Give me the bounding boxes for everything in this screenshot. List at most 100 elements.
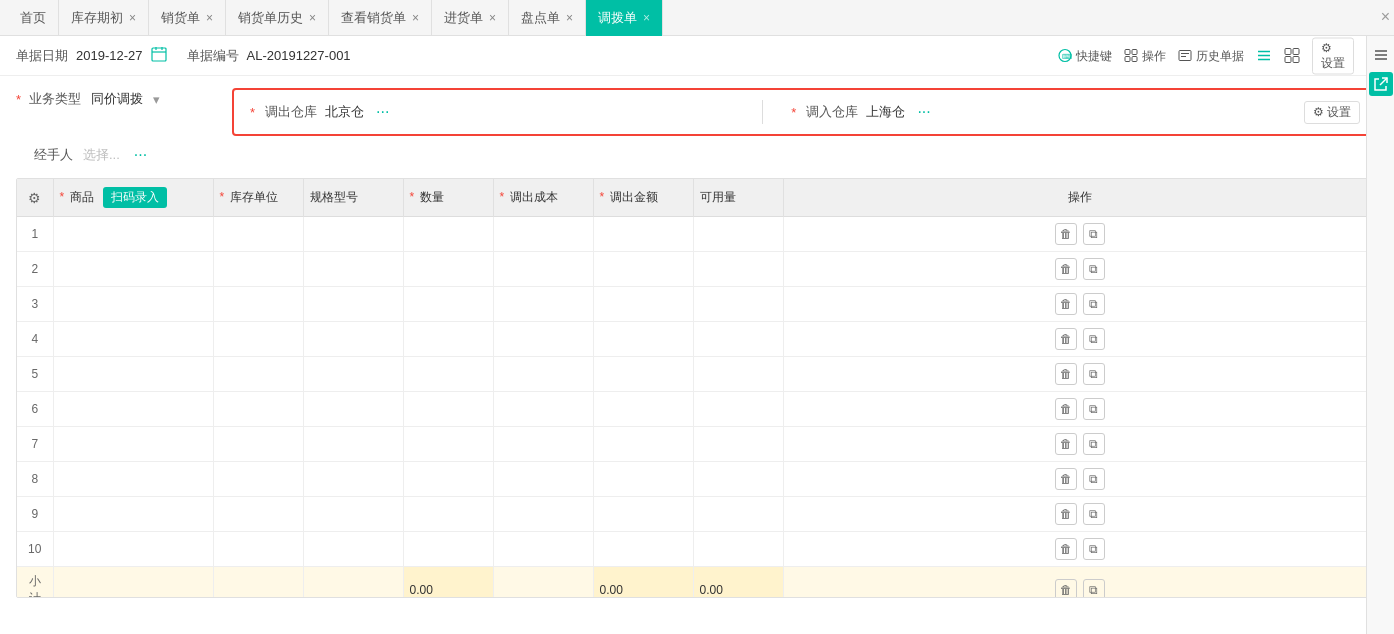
row-cost[interactable] (493, 532, 593, 567)
row-quantity[interactable] (403, 322, 493, 357)
row-unit[interactable] (213, 462, 303, 497)
row-product[interactable] (53, 392, 213, 427)
row-amount[interactable] (593, 497, 693, 532)
row-available[interactable] (693, 497, 783, 532)
row-copy-btn[interactable]: ⧉ (1083, 538, 1105, 560)
row-copy-btn[interactable]: ⧉ (1083, 293, 1105, 315)
operation-action[interactable]: 操作 (1124, 47, 1166, 64)
row-amount[interactable] (593, 322, 693, 357)
row-cost[interactable] (493, 287, 593, 322)
row-quantity[interactable] (403, 532, 493, 567)
row-available[interactable] (693, 357, 783, 392)
row-quantity[interactable] (403, 392, 493, 427)
close-inventory-init[interactable]: × (129, 11, 136, 25)
close-sales-order[interactable]: × (206, 11, 213, 25)
row-unit[interactable] (213, 427, 303, 462)
row-product[interactable] (53, 462, 213, 497)
row-unit[interactable] (213, 357, 303, 392)
row-copy-btn[interactable]: ⧉ (1083, 328, 1105, 350)
business-type-dropdown[interactable]: ▾ (153, 92, 160, 107)
row-available[interactable] (693, 287, 783, 322)
row-spec[interactable] (303, 427, 403, 462)
row-copy-btn[interactable]: ⧉ (1083, 468, 1105, 490)
row-product[interactable] (53, 427, 213, 462)
row-spec[interactable] (303, 532, 403, 567)
table-settings-icon[interactable]: ⚙ (28, 190, 41, 206)
row-cost[interactable] (493, 252, 593, 287)
row-amount[interactable] (593, 532, 693, 567)
out-warehouse-more[interactable]: ··· (372, 103, 393, 121)
history-action[interactable]: 历史单据 (1178, 47, 1244, 64)
row-spec[interactable] (303, 497, 403, 532)
row-cost[interactable] (493, 497, 593, 532)
shortcut-action[interactable]: ⌨ 快捷键 (1058, 47, 1112, 64)
row-amount[interactable] (593, 427, 693, 462)
tab-purchase[interactable]: 进货单 × (432, 0, 509, 36)
subtotal-copy-btn[interactable]: ⧉ (1083, 579, 1105, 598)
row-quantity[interactable] (403, 287, 493, 322)
row-cost[interactable] (493, 392, 593, 427)
tab-sales-order[interactable]: 销货单 × (149, 0, 226, 36)
row-spec[interactable] (303, 217, 403, 252)
subtotal-delete-btn[interactable]: 🗑 (1055, 579, 1077, 598)
row-delete-btn[interactable]: 🗑 (1055, 293, 1077, 315)
row-delete-btn[interactable]: 🗑 (1055, 398, 1077, 420)
row-amount[interactable] (593, 357, 693, 392)
row-product[interactable] (53, 357, 213, 392)
tab-transfer[interactable]: 调拨单 × (586, 0, 663, 36)
row-unit[interactable] (213, 217, 303, 252)
tab-view-sales[interactable]: 查看销货单 × (329, 0, 432, 36)
row-copy-btn[interactable]: ⧉ (1083, 503, 1105, 525)
row-amount[interactable] (593, 392, 693, 427)
row-spec[interactable] (303, 287, 403, 322)
row-delete-btn[interactable]: 🗑 (1055, 538, 1077, 560)
row-available[interactable] (693, 392, 783, 427)
row-delete-btn[interactable]: 🗑 (1055, 328, 1077, 350)
row-delete-btn[interactable]: 🗑 (1055, 503, 1077, 525)
row-unit[interactable] (213, 322, 303, 357)
row-copy-btn[interactable]: ⧉ (1083, 223, 1105, 245)
row-quantity[interactable] (403, 497, 493, 532)
row-product[interactable] (53, 287, 213, 322)
sidebar-external-icon[interactable] (1369, 72, 1393, 96)
row-copy-btn[interactable]: ⧉ (1083, 433, 1105, 455)
row-delete-btn[interactable]: 🗑 (1055, 363, 1077, 385)
row-quantity[interactable] (403, 462, 493, 497)
row-amount[interactable] (593, 252, 693, 287)
close-sales-history[interactable]: × (309, 11, 316, 25)
row-cost[interactable] (493, 427, 593, 462)
row-unit[interactable] (213, 287, 303, 322)
row-available[interactable] (693, 462, 783, 497)
close-transfer[interactable]: × (643, 11, 650, 25)
warehouse-settings-button[interactable]: ⚙ 设置 (1304, 101, 1360, 124)
row-product[interactable] (53, 497, 213, 532)
close-purchase[interactable]: × (489, 11, 496, 25)
row-spec[interactable] (303, 252, 403, 287)
tab-stocktake[interactable]: 盘点单 × (509, 0, 586, 36)
row-quantity[interactable] (403, 217, 493, 252)
row-cost[interactable] (493, 462, 593, 497)
scan-button[interactable]: 扫码录入 (103, 187, 167, 208)
tab-home[interactable]: 首页 (8, 0, 59, 36)
row-delete-btn[interactable]: 🗑 (1055, 223, 1077, 245)
row-spec[interactable] (303, 462, 403, 497)
row-product[interactable] (53, 217, 213, 252)
calendar-icon[interactable] (151, 46, 167, 65)
close-view-sales[interactable]: × (412, 11, 419, 25)
row-quantity[interactable] (403, 252, 493, 287)
row-spec[interactable] (303, 392, 403, 427)
row-cost[interactable] (493, 217, 593, 252)
row-unit[interactable] (213, 497, 303, 532)
row-delete-btn[interactable]: 🗑 (1055, 258, 1077, 280)
row-product[interactable] (53, 322, 213, 357)
tab-inventory-init[interactable]: 库存期初 × (59, 0, 149, 36)
row-delete-btn[interactable]: 🗑 (1055, 433, 1077, 455)
row-amount[interactable] (593, 217, 693, 252)
list-view-icon[interactable] (1256, 48, 1272, 64)
row-copy-btn[interactable]: ⧉ (1083, 398, 1105, 420)
row-amount[interactable] (593, 287, 693, 322)
tab-sales-history[interactable]: 销货单历史 × (226, 0, 329, 36)
row-available[interactable] (693, 427, 783, 462)
row-available[interactable] (693, 217, 783, 252)
row-spec[interactable] (303, 322, 403, 357)
